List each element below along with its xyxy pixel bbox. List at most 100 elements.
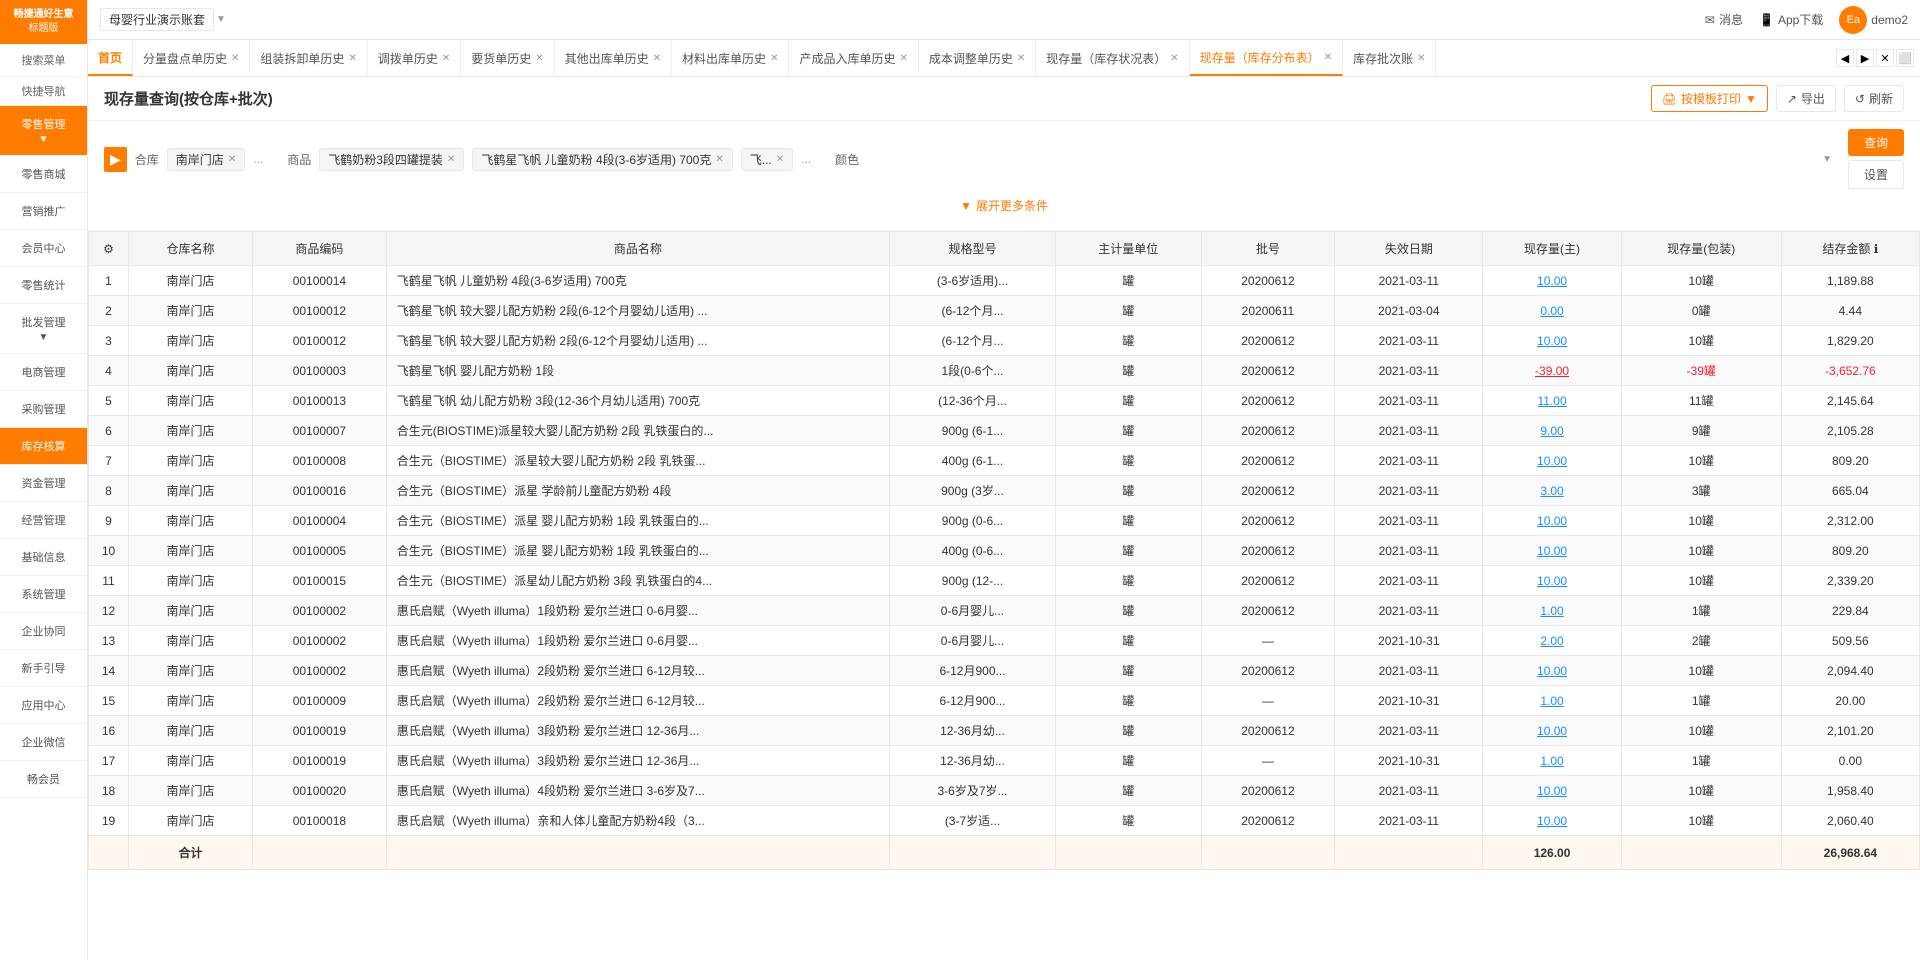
sidebar-item-member-card[interactable]: 畅会员 xyxy=(0,761,87,798)
tab-inventory-dist[interactable]: 现存量（库存分布表） ✕ xyxy=(1190,40,1343,76)
tab-split-stock-history[interactable]: 分量盘点单历史 ✕ xyxy=(133,40,250,76)
tab-disassemble-history[interactable]: 组装拆卸单历史 ✕ xyxy=(250,40,367,76)
app-download-btn[interactable]: 📱 App下载 xyxy=(1759,11,1823,28)
sidebar-item-inventory[interactable]: 库存核算 xyxy=(0,428,87,465)
sidebar-item-enterprise-collab[interactable]: 企业协同 xyxy=(0,613,87,650)
sidebar-search[interactable]: 搜索菜单 xyxy=(0,44,87,77)
dropdown-account[interactable]: 母婴行业演示账套 xyxy=(100,8,214,31)
cell-stock-main[interactable]: 11.00 xyxy=(1483,386,1621,416)
close-other-out-tab[interactable]: ✕ xyxy=(653,53,661,64)
col-spec[interactable]: 规格型号 xyxy=(890,232,1056,266)
tab-scroll-left[interactable]: ◀ xyxy=(1836,49,1854,67)
close-cost-adjust-tab[interactable]: ✕ xyxy=(1017,53,1025,64)
cell-stock-main[interactable]: 1.00 xyxy=(1483,686,1621,716)
col-stock-pkg[interactable]: 现存量(包装) xyxy=(1621,232,1781,266)
cell-stock-main[interactable]: 9.00 xyxy=(1483,416,1621,446)
product-tag-more-close[interactable]: ✕ xyxy=(776,154,784,165)
query-btn[interactable]: 查询 xyxy=(1848,129,1904,156)
product-tag-more[interactable]: 飞... ✕ xyxy=(741,148,793,171)
cell-stock-main[interactable]: 10.00 xyxy=(1483,446,1621,476)
sidebar-item-retail-mgmt[interactable]: 零售管理 ▼ xyxy=(0,106,87,156)
tab-other-out[interactable]: 其他出库单历史 ✕ xyxy=(555,40,672,76)
col-balance[interactable]: 结存金额 ℹ xyxy=(1781,232,1919,266)
sidebar-item-retail-store[interactable]: 零售商城 xyxy=(0,156,87,193)
sidebar-item-finance[interactable]: 资金管理 xyxy=(0,465,87,502)
cell-stock-main[interactable]: 2.00 xyxy=(1483,626,1621,656)
close-material-tab[interactable]: ✕ xyxy=(770,53,778,64)
sidebar-item-system[interactable]: 系统管理 xyxy=(0,576,87,613)
close-batch-tab[interactable]: ✕ xyxy=(1417,53,1425,64)
settings-btn[interactable]: 设置 xyxy=(1848,160,1904,189)
sidebar-item-new-guide[interactable]: 新手引导 xyxy=(0,650,87,687)
close-mix-tab[interactable]: ✕ xyxy=(442,53,450,64)
tab-mix-history[interactable]: 调拨单历史 ✕ xyxy=(368,40,461,76)
cell-stock-main[interactable]: 10.00 xyxy=(1483,806,1621,836)
sidebar-item-basic-info[interactable]: 基础信息 xyxy=(0,539,87,576)
export-btn[interactable]: ↗ 导出 xyxy=(1776,85,1836,112)
product-tag-2-close[interactable]: ✕ xyxy=(715,154,723,165)
col-expire[interactable]: 失效日期 xyxy=(1335,232,1483,266)
cell-stock-main[interactable]: 1.00 xyxy=(1483,746,1621,776)
product-more-dots[interactable]: ... xyxy=(801,152,811,166)
tab-scroll-right[interactable]: ▶ xyxy=(1856,49,1874,67)
cell-stock-main[interactable]: 10.00 xyxy=(1483,716,1621,746)
filter-expand-arrow[interactable]: ▶ xyxy=(104,147,127,172)
close-inventory-dist-tab[interactable]: ✕ xyxy=(1324,52,1332,63)
cell-stock-main[interactable]: 10.00 xyxy=(1483,326,1621,356)
col-stock-main[interactable]: 现存量(主) xyxy=(1483,232,1621,266)
sidebar-item-enterprise-wechat[interactable]: 企业微信 xyxy=(0,724,87,761)
close-product-in-tab[interactable]: ✕ xyxy=(899,53,907,64)
tab-product-in[interactable]: 产成品入库单历史 ✕ xyxy=(789,40,918,76)
app-logo[interactable]: 畅捷通好生意 标题版 xyxy=(0,0,87,44)
tab-cost-adjust[interactable]: 成本调整单历史 ✕ xyxy=(919,40,1036,76)
cell-stock-main[interactable]: 1.00 xyxy=(1483,596,1621,626)
tab-require-goods[interactable]: 要货单历史 ✕ xyxy=(461,40,554,76)
cell-stock-main[interactable]: 10.00 xyxy=(1483,656,1621,686)
cell-stock-main[interactable]: 10.00 xyxy=(1483,566,1621,596)
cell-stock-main[interactable]: 10.00 xyxy=(1483,266,1621,296)
sidebar-item-wholesale[interactable]: 批发管理 ▼ xyxy=(0,304,87,354)
tab-maximize[interactable]: ⬜ xyxy=(1896,49,1914,67)
expand-conditions-btn[interactable]: ▼ 展开更多条件 xyxy=(960,197,1048,214)
sidebar-item-operations[interactable]: 经营管理 xyxy=(0,502,87,539)
sidebar-item-marketing[interactable]: 营销推广 xyxy=(0,193,87,230)
col-settings[interactable]: ⚙ xyxy=(89,232,129,266)
color-dropdown-arrow[interactable]: ▼ xyxy=(1822,154,1832,165)
quick-nav[interactable]: 快捷导航 xyxy=(0,77,87,106)
warehouse-tag-close[interactable]: ✕ xyxy=(228,154,236,165)
cell-stock-main[interactable]: 0.00 xyxy=(1483,296,1621,326)
sidebar-item-ecommerce[interactable]: 电商管理 xyxy=(0,354,87,391)
tab-batch-purchase[interactable]: 库存批次账 ✕ xyxy=(1343,40,1436,76)
cell-stock-main[interactable]: -39.00 xyxy=(1483,356,1621,386)
sidebar-item-purchase[interactable]: 采购管理 xyxy=(0,391,87,428)
col-unit[interactable]: 主计量单位 xyxy=(1055,232,1201,266)
sidebar-item-app-center[interactable]: 应用中心 xyxy=(0,687,87,724)
user-profile-btn[interactable]: Ea demo2 xyxy=(1839,6,1908,34)
sidebar-item-retail-stats[interactable]: 零售统计 xyxy=(0,267,87,304)
close-inventory-warehouse-tab[interactable]: ✕ xyxy=(1170,53,1178,64)
product-tag-1[interactable]: 飞鹤奶粉3段四罐提装 ✕ xyxy=(319,148,464,171)
close-disassemble-tab[interactable]: ✕ xyxy=(348,53,356,64)
col-batch[interactable]: 批号 xyxy=(1201,232,1335,266)
product-tag-2[interactable]: 飞鹤星飞帆 儿童奶粉 4段(3-6岁适用) 700克 ✕ xyxy=(472,148,732,171)
tab-material-out[interactable]: 材料出库单历史 ✕ xyxy=(672,40,789,76)
refresh-btn[interactable]: ↺ 刷新 xyxy=(1844,85,1904,112)
col-product-code[interactable]: 商品编码 xyxy=(253,232,387,266)
message-btn[interactable]: ✉ 消息 xyxy=(1705,11,1743,28)
warehouse-tag[interactable]: 南岸门店 ✕ xyxy=(167,148,245,171)
cell-stock-main[interactable]: 10.00 xyxy=(1483,506,1621,536)
tab-home[interactable]: 首页 xyxy=(88,40,133,76)
col-product-name[interactable]: 商品名称 xyxy=(386,232,889,266)
template-print-btn[interactable]: 🖨 按模板打印 ▼ xyxy=(1651,85,1768,112)
tab-close-current[interactable]: ✕ xyxy=(1876,49,1894,67)
filter-more-dots[interactable]: ... xyxy=(253,152,263,166)
close-require-tab[interactable]: ✕ xyxy=(535,53,543,64)
close-split-stock-tab[interactable]: ✕ xyxy=(231,53,239,64)
tab-inventory-warehouse[interactable]: 现存量（库存状况表） ✕ xyxy=(1036,40,1189,76)
sidebar-item-member[interactable]: 会员中心 xyxy=(0,230,87,267)
cell-stock-main[interactable]: 10.00 xyxy=(1483,536,1621,566)
cell-stock-main[interactable]: 3.00 xyxy=(1483,476,1621,506)
cell-stock-main[interactable]: 10.00 xyxy=(1483,776,1621,806)
product-tag-1-close[interactable]: ✕ xyxy=(447,154,455,165)
col-warehouse[interactable]: 仓库名称 xyxy=(129,232,253,266)
